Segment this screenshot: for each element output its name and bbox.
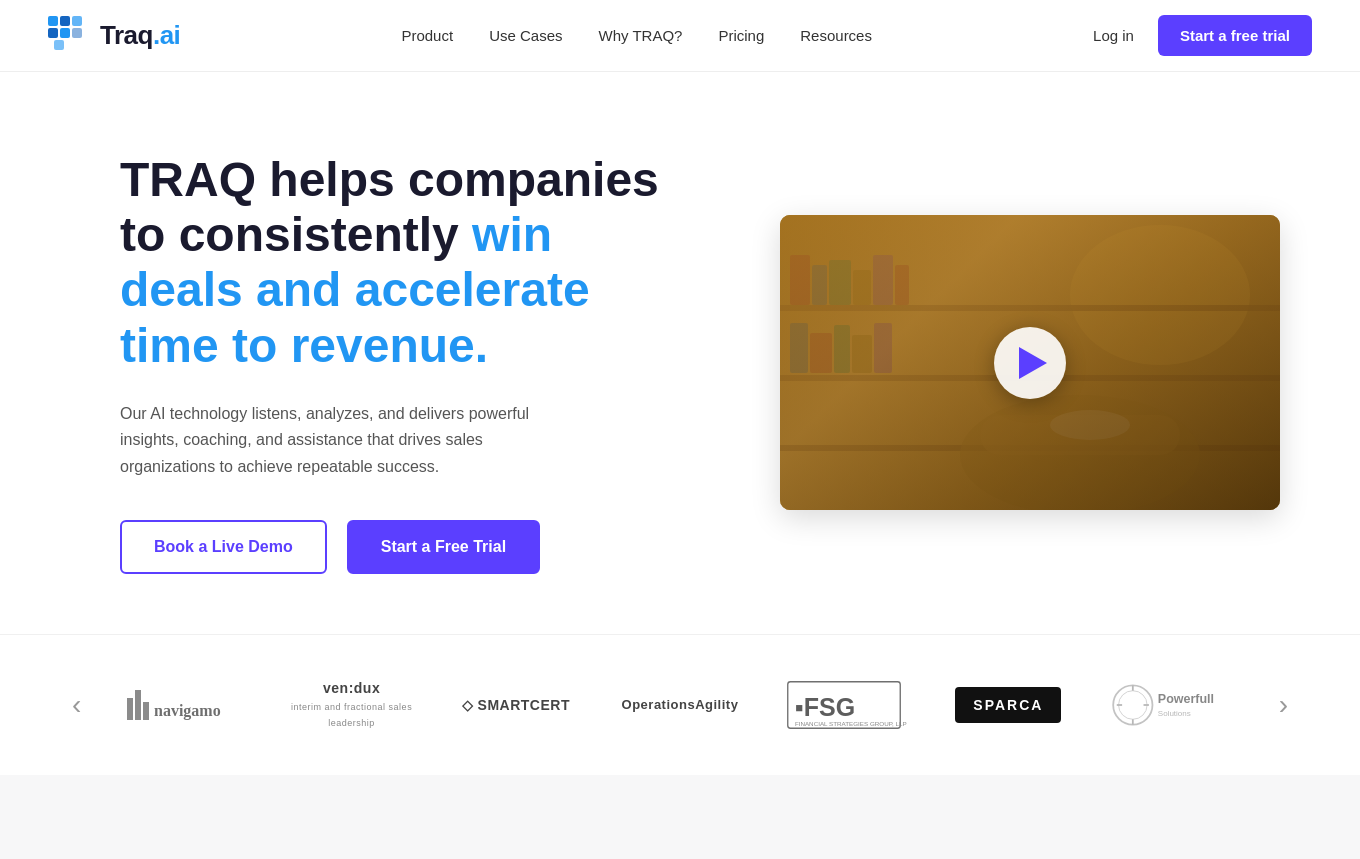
svg-rect-3 [60,28,70,38]
svg-rect-6 [54,40,64,50]
vendux-logo-text: ven:duxinterim and fractional sales lead… [278,680,426,730]
nav-product[interactable]: Product [401,27,453,44]
svg-rect-26 [135,690,141,720]
hero-subtext: Our AI technology listens, analyzes, and… [120,401,580,480]
book-demo-button[interactable]: Book a Live Demo [120,520,327,574]
partner-logo-smartcert: ◇ SMARTCERT [442,675,590,735]
svg-rect-0 [48,16,58,26]
bottom-section: Improve sales team performance with TRAQ… [0,775,1360,859]
start-trial-button[interactable]: Start a free trial [1158,15,1312,56]
partner-logo-vendux: ven:duxinterim and fractional sales lead… [278,675,426,735]
svg-text:FINANCIAL STRATEGIES GROUP, LL: FINANCIAL STRATEGIES GROUP, LLP [795,720,907,727]
nav-why-traq[interactable]: Why TRAQ? [599,27,683,44]
logo-icon [48,16,96,56]
bottom-heading: Improve sales team performance with TRAQ… [40,855,1320,859]
svg-text:navigamo: navigamo [154,702,221,720]
video-thumbnail[interactable] [780,215,1280,510]
smartcert-logo-text: ◇ SMARTCERT [462,697,570,714]
hero-heading: TRAQ helps companies to consistently win… [120,152,660,373]
carousel-next-button[interactable]: › [1267,681,1300,729]
bottom-heading-part1: Improve sales team performance [232,855,900,859]
partner-logo-navigamo: navigamo [113,675,261,735]
start-free-trial-button[interactable]: Start a Free Trial [347,520,540,574]
svg-rect-4 [72,16,82,26]
svg-text:Powerfull: Powerfull [1157,692,1213,706]
powerfull-logo: Powerfull Solutions [1108,680,1238,730]
nav-right: Log in Start a free trial [1093,15,1312,56]
svg-text:▪FSG: ▪FSG [795,693,855,721]
svg-rect-25 [127,698,133,720]
login-button[interactable]: Log in [1093,27,1134,44]
navbar: Traq.ai Product Use Cases Why TRAQ? Pric… [0,0,1360,72]
logos-track: ‹ navigamo ven:duxinterim and fractional… [60,675,1300,735]
logo-link[interactable]: Traq.ai [48,16,180,56]
partner-logo-sparca: SPARCA [934,675,1082,735]
svg-rect-2 [48,28,58,38]
nav-use-cases[interactable]: Use Cases [489,27,562,44]
hero-buttons: Book a Live Demo Start a Free Trial [120,520,660,574]
svg-text:Solutions: Solutions [1157,709,1190,718]
play-button[interactable] [994,327,1066,399]
nav-links: Product Use Cases Why TRAQ? Pricing Reso… [401,27,872,44]
nav-resources[interactable]: Resources [800,27,872,44]
partner-logo-powerfull: Powerfull Solutions [1098,675,1246,735]
logo-carousel: navigamo ven:duxinterim and fractional s… [113,675,1246,735]
logos-section: ‹ navigamo ven:duxinterim and fractional… [0,634,1360,775]
svg-rect-5 [72,28,82,38]
hero-section: TRAQ helps companies to consistently win… [0,72,1360,634]
logo-dot: .ai [153,20,180,50]
bottom-heading-accent: with TRAQ! [900,855,1129,859]
play-icon [1019,347,1047,379]
svg-rect-27 [143,702,149,720]
svg-point-34 [1118,691,1147,720]
partner-logo-fsg: ▪FSG FINANCIAL STRATEGIES GROUP, LLP [770,675,918,735]
hero-video [780,215,1280,510]
nav-pricing[interactable]: Pricing [718,27,764,44]
sparca-logo-text: SPARCA [955,687,1061,723]
navigamo-logo: navigamo [122,680,252,730]
logo-text: Traq.ai [100,20,180,51]
operations-agility-logo-text: OperationsAgility [622,697,739,713]
hero-heading-part1: TRAQ helps companies to consistently [120,153,659,261]
hero-content: TRAQ helps companies to consistently win… [120,152,660,574]
svg-rect-1 [60,16,70,26]
fsg-logo: ▪FSG FINANCIAL STRATEGIES GROUP, LLP [779,680,909,730]
carousel-prev-button[interactable]: ‹ [60,681,93,729]
partner-logo-operations-agility: OperationsAgility [606,675,754,735]
